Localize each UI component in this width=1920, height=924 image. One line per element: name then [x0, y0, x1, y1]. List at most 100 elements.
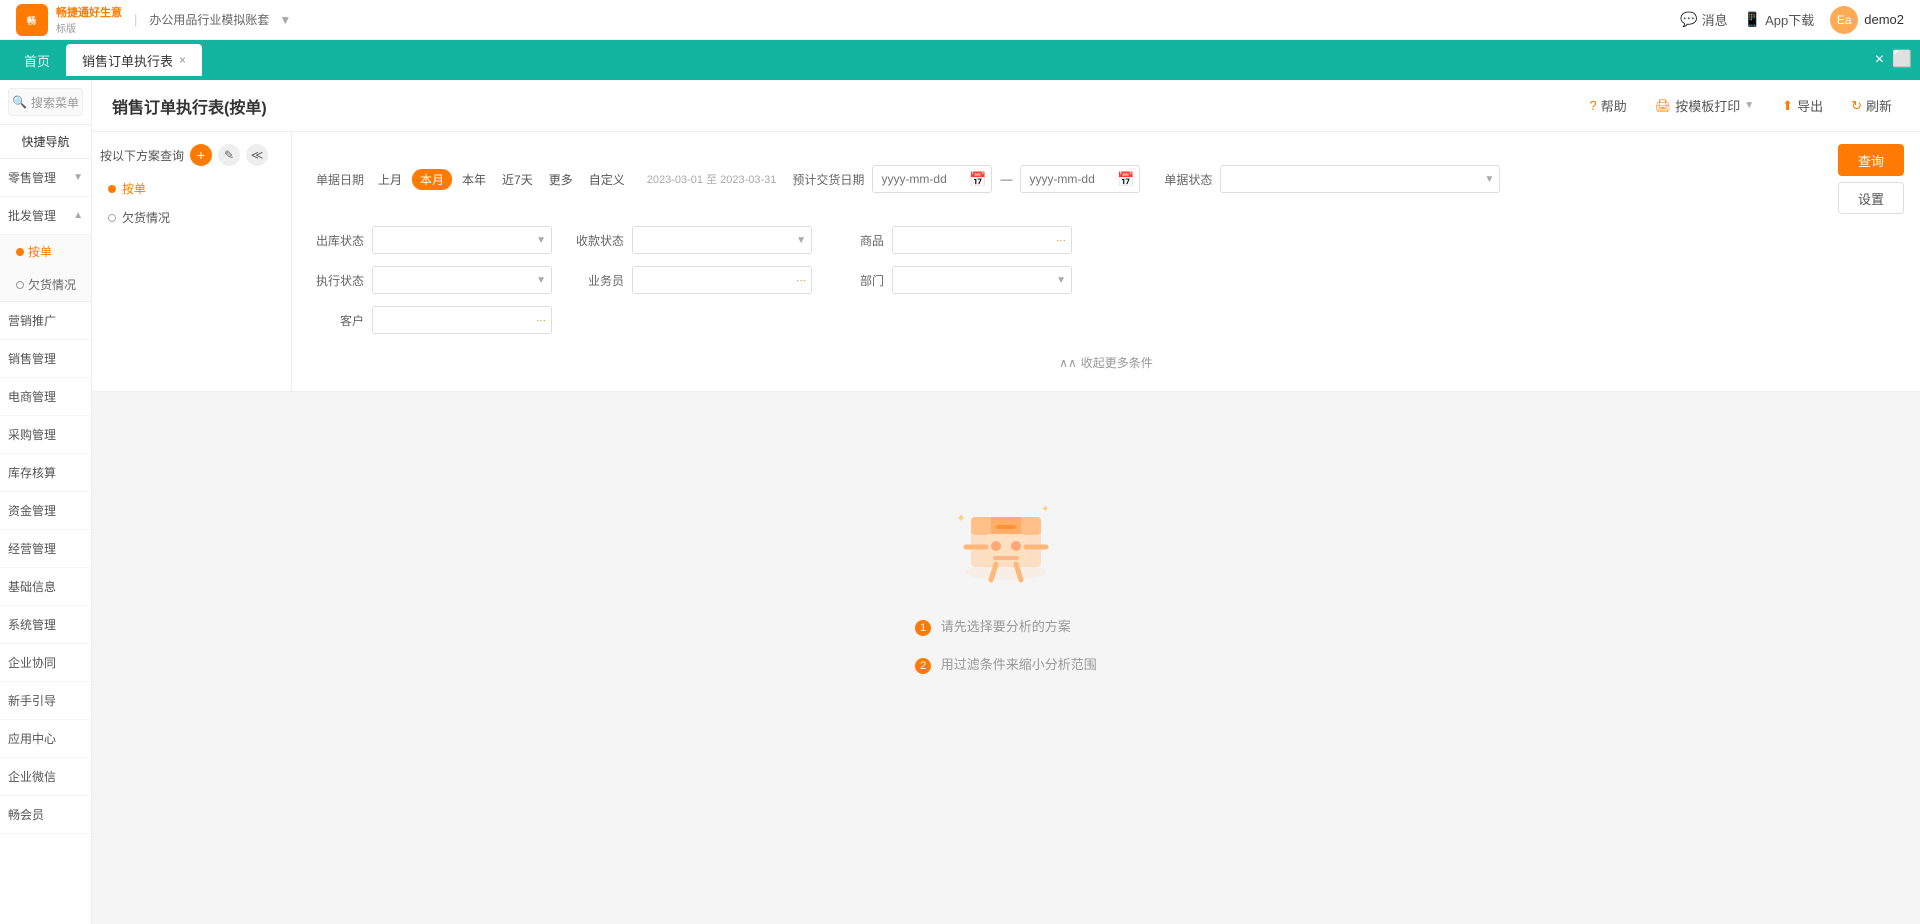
sidebar-item-member[interactable]: 畅会员: [0, 796, 91, 834]
sidebar-item-quicknav[interactable]: 快捷导航: [0, 125, 91, 159]
sidebar-item-newbie[interactable]: 新手引导: [0, 682, 91, 720]
sidebar-item-debt[interactable]: 欠货情况: [0, 268, 91, 301]
settings-button[interactable]: 设置: [1838, 182, 1904, 214]
plan-item-press[interactable]: 按单: [100, 174, 283, 203]
sidebar-item-press-single[interactable]: 按单: [0, 235, 91, 268]
date-field-label: 单据日期: [308, 171, 364, 188]
filter-plan-section: 按以下方案查询 + ✎ ≪ 按单 欠货情况: [92, 132, 292, 391]
goods-input[interactable]: [892, 226, 1072, 254]
filter-field-goods: 商品 ···: [828, 226, 1072, 254]
avatar: Ea: [1830, 6, 1858, 34]
print-button[interactable]: 🖨 按模板打印 ▼: [1647, 92, 1762, 119]
sidebar-item-enterprise[interactable]: 企业协同: [0, 644, 91, 682]
shortcut-this-year[interactable]: 本年: [456, 169, 492, 190]
sidebar-item-sales[interactable]: 销售管理: [0, 340, 91, 378]
collapse-plan-button[interactable]: ≪: [246, 144, 268, 166]
expected-date-start-wrap: 📅: [872, 165, 992, 193]
sidebar-item-retail[interactable]: 零售管理 ▼: [0, 159, 91, 197]
payment-select[interactable]: [632, 226, 812, 254]
sidebar-item-inventory[interactable]: 库存核算: [0, 454, 91, 492]
window-maximize-btn[interactable]: ⬜: [1892, 52, 1912, 68]
exec-select[interactable]: [372, 266, 552, 294]
help-icon: ?: [1589, 98, 1596, 113]
shortcut-custom[interactable]: 自定义: [583, 169, 631, 190]
sidebar-item-wechat[interactable]: 企业微信: [0, 758, 91, 796]
message-button[interactable]: 💬 消息: [1680, 10, 1727, 29]
app-download-button[interactable]: 📱 App下载: [1744, 10, 1815, 29]
filter-field-payment: 收款状态 ▼: [568, 226, 812, 254]
plan-active-dot: [108, 185, 116, 193]
calendar-start-icon[interactable]: 📅: [969, 171, 986, 188]
delivery-select-wrap: ▼: [372, 226, 552, 254]
sidebar-item-wholesale[interactable]: 批发管理 ▲: [0, 197, 91, 235]
sidebar-item-ecommerce[interactable]: 电商管理: [0, 378, 91, 416]
tab-sales-order[interactable]: 销售订单执行表 ×: [66, 44, 202, 76]
tab-close-icon[interactable]: ×: [179, 53, 186, 67]
inactive-dot-icon: [16, 281, 24, 289]
print-dropdown-icon[interactable]: ▼: [1744, 100, 1754, 111]
sidebar-search-area: 🔍 搜索菜单: [0, 80, 91, 125]
dept-select[interactable]: [892, 266, 1072, 294]
exec-select-wrap: ▼: [372, 266, 552, 294]
shortcut-7days[interactable]: 近7天: [496, 169, 539, 190]
date-separator: —: [1000, 172, 1012, 186]
collapse-btn[interactable]: ∧∧ 收起更多条件: [1059, 354, 1153, 371]
shortcut-this-month[interactable]: 本月: [412, 169, 452, 190]
filter-field-dept: 部门 ▼: [828, 266, 1072, 294]
filter-row-4: 客户 ···: [308, 306, 1904, 334]
payment-label: 收款状态: [568, 232, 624, 249]
sidebar-item-apps[interactable]: 应用中心: [0, 720, 91, 758]
sidebar-item-purchase[interactable]: 采购管理: [0, 416, 91, 454]
delivery-select[interactable]: [372, 226, 552, 254]
edit-plan-button[interactable]: ✎: [218, 144, 240, 166]
search-menu-button[interactable]: 🔍 搜索菜单: [8, 88, 83, 116]
sidebar-item-basic[interactable]: 基础信息: [0, 568, 91, 606]
add-plan-button[interactable]: +: [190, 144, 212, 166]
empty-tip-1: 1 请先选择要分析的方案: [915, 616, 1071, 636]
page-header: 销售订单执行表(按单) ? 帮助 🖨 按模板打印 ▼ ⬆ 导出 ↻ 刷新: [92, 80, 1920, 132]
message-icon: 💬: [1680, 11, 1697, 28]
breadcrumb-text: 办公用品行业模拟账套: [149, 11, 269, 28]
salesperson-input[interactable]: [632, 266, 812, 294]
query-button[interactable]: 查询: [1838, 144, 1904, 176]
payment-select-wrap: ▼: [632, 226, 812, 254]
user-menu[interactable]: Ea demo2: [1830, 6, 1904, 34]
customer-input[interactable]: [372, 306, 552, 334]
tab-bar: 首页 销售订单执行表 × × ⬜: [0, 40, 1920, 80]
expected-date-label: 预计交货日期: [792, 171, 864, 188]
filter-panel: 按以下方案查询 + ✎ ≪ 按单 欠货情况: [92, 132, 1920, 392]
tab-home[interactable]: 首页: [8, 44, 66, 76]
dept-label: 部门: [828, 272, 884, 289]
calendar-end-icon[interactable]: 📅: [1117, 171, 1134, 188]
shortcut-more[interactable]: 更多: [543, 169, 579, 190]
delivery-label: 出库状态: [308, 232, 364, 249]
filter-layout: 按以下方案查询 + ✎ ≪ 按单 欠货情况: [92, 132, 1920, 391]
sidebar-item-marketing[interactable]: 营销推广: [0, 302, 91, 340]
collapse-row[interactable]: ∧∧ 收起更多条件: [308, 346, 1904, 379]
plan-item-debt[interactable]: 欠货情况: [100, 203, 283, 232]
help-button[interactable]: ? 帮助: [1581, 92, 1634, 119]
empty-illustration: ✦ ✦ ✦: [946, 472, 1066, 592]
window-close-btn[interactable]: ×: [1875, 52, 1884, 68]
sidebar-item-operations[interactable]: 经营管理: [0, 530, 91, 568]
breadcrumb-dropdown-icon[interactable]: ▼: [279, 13, 291, 27]
shortcut-last-month[interactable]: 上月: [372, 169, 408, 190]
customer-input-wrap: ···: [372, 306, 552, 334]
plan-inactive-dot: [108, 214, 116, 222]
salesperson-label: 业务员: [568, 272, 624, 289]
top-bar: 畅 畅捷通好生意 标版 | 办公用品行业模拟账套 ▼ 💬 消息 📱 App下载 …: [0, 0, 1920, 40]
wholesale-arrow-icon: ▲: [73, 210, 83, 221]
dept-select-wrap: ▼: [892, 266, 1072, 294]
top-bar-left: 畅 畅捷通好生意 标版 | 办公用品行业模拟账套 ▼: [16, 4, 291, 36]
sidebar-item-system[interactable]: 系统管理: [0, 606, 91, 644]
status-select[interactable]: [1220, 165, 1500, 193]
retail-arrow-icon: ▼: [73, 172, 83, 183]
empty-tips-list: 1 请先选择要分析的方案 2 用过滤条件来缩小分析范围: [915, 616, 1097, 682]
print-icon: 🖨: [1655, 98, 1672, 114]
filter-field-expected-date: 预计交货日期 📅 — 📅: [792, 165, 1140, 193]
query-btn-col: 查询 设置: [1838, 144, 1904, 214]
logo-text: 畅捷通好生意 标版: [56, 4, 122, 35]
export-button[interactable]: ⬆ 导出: [1774, 92, 1831, 119]
refresh-button[interactable]: ↻ 刷新: [1843, 92, 1900, 119]
sidebar-item-finance[interactable]: 资金管理: [0, 492, 91, 530]
